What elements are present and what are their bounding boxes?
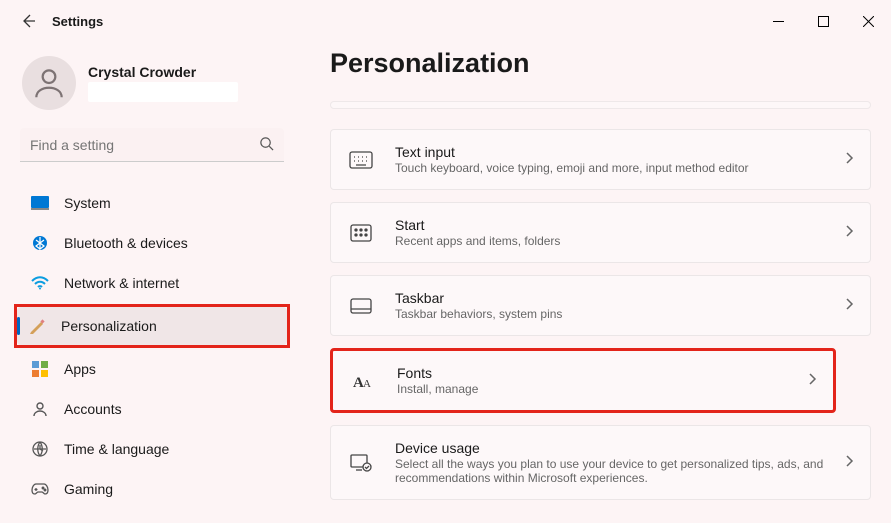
sidebar-item-label: Bluetooth & devices: [64, 235, 188, 251]
chevron-right-icon: [844, 297, 854, 314]
wifi-icon: [30, 275, 50, 291]
maximize-icon: [818, 16, 829, 27]
bluetooth-icon: [30, 235, 50, 251]
user-icon: [30, 64, 68, 102]
maximize-button[interactable]: [801, 6, 846, 36]
sidebar-item-network[interactable]: Network & internet: [20, 264, 284, 302]
accounts-icon: [30, 401, 50, 417]
gaming-icon: [30, 481, 50, 497]
chevron-right-icon: [844, 224, 854, 241]
close-button[interactable]: [846, 6, 891, 36]
close-icon: [863, 16, 874, 27]
tile-title: Start: [395, 217, 824, 233]
tile-text-input[interactable]: Text input Touch keyboard, voice typing,…: [330, 129, 871, 190]
minimize-icon: [773, 16, 784, 27]
tile-subtitle: Select all the ways you plan to use your…: [395, 457, 824, 485]
tile-partial[interactable]: [330, 101, 871, 109]
minimize-button[interactable]: [756, 6, 801, 36]
tile-title: Device usage: [395, 440, 824, 456]
device-usage-icon: [347, 451, 375, 475]
sidebar-item-label: Time & language: [64, 441, 169, 457]
tile-device-usage[interactable]: Device usage Select all the ways you pla…: [330, 425, 871, 500]
keyboard-icon: [347, 148, 375, 172]
back-button[interactable]: [18, 11, 38, 31]
user-profile[interactable]: Crystal Crowder: [22, 56, 284, 110]
search-input[interactable]: [20, 128, 284, 162]
time-language-icon: [30, 441, 50, 457]
tile-title: Text input: [395, 144, 824, 160]
apps-icon: [30, 361, 50, 377]
sidebar-item-bluetooth[interactable]: Bluetooth & devices: [20, 224, 284, 262]
sidebar-highlight: Personalization: [14, 304, 290, 348]
sidebar-item-label: Gaming: [64, 481, 113, 497]
back-arrow-icon: [20, 13, 36, 29]
sidebar-item-label: Network & internet: [64, 275, 179, 291]
avatar: [22, 56, 76, 110]
tile-start[interactable]: Start Recent apps and items, folders: [330, 202, 871, 263]
sidebar-item-time-language[interactable]: Time & language: [20, 430, 284, 468]
page-title: Personalization: [330, 48, 871, 79]
sidebar: Crystal Crowder System Bluetooth & de: [0, 42, 300, 523]
system-icon: [30, 195, 50, 211]
tile-title: Fonts: [397, 365, 787, 381]
window-title: Settings: [52, 14, 103, 29]
sidebar-item-label: Accounts: [64, 401, 122, 417]
tile-title: Taskbar: [395, 290, 824, 306]
sidebar-item-personalization[interactable]: Personalization: [17, 307, 287, 345]
sidebar-item-gaming[interactable]: Gaming: [20, 470, 284, 508]
tile-subtitle: Touch keyboard, voice typing, emoji and …: [395, 161, 824, 175]
tile-subtitle: Install, manage: [397, 382, 787, 396]
tile-fonts[interactable]: AA Fonts Install, manage: [330, 348, 836, 413]
tile-subtitle: Recent apps and items, folders: [395, 234, 824, 248]
tile-subtitle: Taskbar behaviors, system pins: [395, 307, 824, 321]
user-name: Crystal Crowder: [88, 64, 238, 80]
sidebar-item-label: Apps: [64, 361, 96, 377]
sidebar-item-label: Personalization: [61, 318, 157, 334]
fonts-icon: AA: [349, 369, 377, 393]
user-email-redacted: [88, 82, 238, 102]
start-icon: [347, 221, 375, 245]
svg-text:A: A: [363, 378, 371, 390]
sidebar-item-system[interactable]: System: [20, 184, 284, 222]
chevron-right-icon: [844, 454, 854, 471]
taskbar-icon: [347, 294, 375, 318]
search-icon: [259, 136, 274, 154]
personalization-icon: [27, 318, 47, 334]
sidebar-item-label: System: [64, 195, 111, 211]
chevron-right-icon: [844, 151, 854, 168]
chevron-right-icon: [807, 372, 817, 389]
main-content: Personalization Text input Touch keyboar…: [300, 42, 891, 523]
sidebar-item-apps[interactable]: Apps: [20, 350, 284, 388]
tile-taskbar[interactable]: Taskbar Taskbar behaviors, system pins: [330, 275, 871, 336]
sidebar-item-accounts[interactable]: Accounts: [20, 390, 284, 428]
